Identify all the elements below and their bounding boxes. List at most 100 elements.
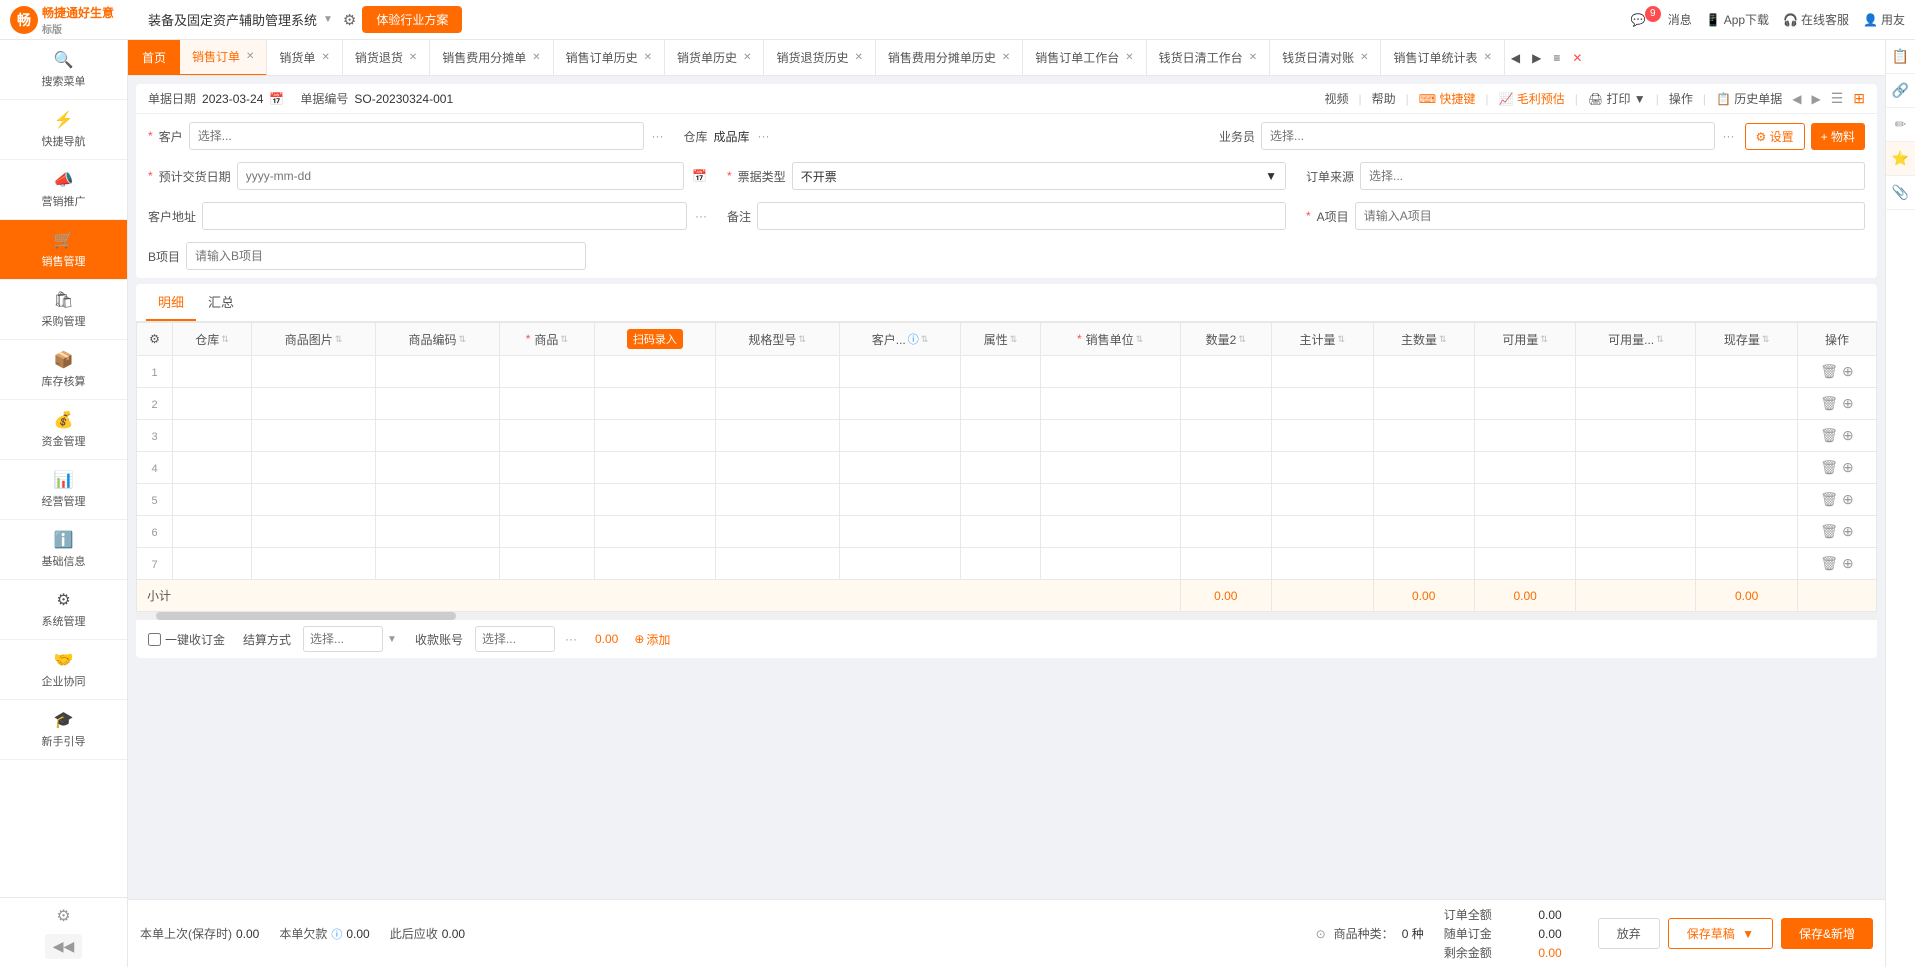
scan-btn[interactable]: 扫码录入 <box>627 329 683 349</box>
table-tab-summary[interactable]: 汇总 <box>196 284 246 321</box>
operation-btn[interactable]: 操作 <box>1669 90 1693 107</box>
order-source-input[interactable] <box>1360 162 1865 190</box>
row2-available2[interactable] <box>1576 388 1696 420</box>
sidebar-item-system[interactable]: ⚙ 系统管理 <box>0 580 127 640</box>
one-click-checkbox[interactable]: 一键收订金 <box>148 631 225 648</box>
row2-available[interactable] <box>1474 388 1575 420</box>
row3-warehouse[interactable] <box>173 420 252 452</box>
row1-stock[interactable] <box>1696 356 1797 388</box>
right-panel-link-icon[interactable]: 🔗 <box>1886 74 1915 108</box>
row2-spec[interactable] <box>715 388 839 420</box>
tab-sales-order[interactable]: 销售订单 ✕ <box>180 40 267 76</box>
salesman-more-btn[interactable]: ··· <box>1723 129 1735 143</box>
row1-goods[interactable] <box>499 356 594 388</box>
sidebar-item-marketing[interactable]: 📣 营销推广 <box>0 160 127 220</box>
row6-copy-icon[interactable]: ⊕ <box>1842 523 1854 540</box>
payment-method-select[interactable]: ▼ <box>303 626 397 652</box>
row2-qty2[interactable] <box>1180 388 1272 420</box>
th-settings[interactable]: ⚙ <box>137 323 173 356</box>
row2-scan[interactable] <box>594 388 715 420</box>
row3-copy-icon[interactable]: ⊕ <box>1842 427 1854 444</box>
tab-return-history[interactable]: 销货退货历史 ✕ <box>764 40 875 76</box>
tab-expense-history[interactable]: 销售费用分摊单历史 ✕ <box>876 40 1023 76</box>
tab-cash-workbench[interactable]: 钱货日清工作台 ✕ <box>1147 40 1270 76</box>
account-select[interactable] <box>475 626 555 652</box>
sidebar-item-base[interactable]: ℹ️ 基础信息 <box>0 520 127 580</box>
sys-arrow[interactable]: ▼ <box>323 14 333 25</box>
gear-icon[interactable]: ⚙ <box>343 11 356 29</box>
b-project-input[interactable] <box>186 242 586 270</box>
tab-invoice-history[interactable]: 销货单历史 ✕ <box>665 40 764 76</box>
list-view-btn[interactable]: ☰ <box>1831 90 1844 107</box>
tab-close-invoice-history[interactable]: ✕ <box>743 52 751 63</box>
user-btn[interactable]: 👤 用友 <box>1863 11 1905 28</box>
tab-close-sales-expense[interactable]: ✕ <box>532 52 540 63</box>
row2-code[interactable] <box>375 388 499 420</box>
row2-delete-icon[interactable]: 🗑 <box>1820 395 1838 412</box>
tab-close-sales-return[interactable]: ✕ <box>409 52 417 63</box>
row1-delete-icon[interactable]: 🗑 <box>1820 363 1838 380</box>
app-download-btn[interactable]: 📱 App下载 <box>1706 11 1769 28</box>
sidebar-collapse-btn[interactable]: ◀◀ <box>45 934 83 959</box>
scroll-thumb[interactable] <box>156 612 456 620</box>
note-input[interactable] <box>757 202 1286 230</box>
row1-customer-code[interactable] <box>839 356 961 388</box>
history-btn[interactable]: 📋 历史单据 <box>1716 90 1782 107</box>
tab-close-order-workbench[interactable]: ✕ <box>1125 52 1133 63</box>
discard-btn[interactable]: 放弃 <box>1598 918 1660 949</box>
sidebar-item-finance[interactable]: 💰 资金管理 <box>0 400 127 460</box>
settings-inline-btn[interactable]: ⚙ 设置 <box>1745 123 1805 150</box>
row5-delete-icon[interactable]: 🗑 <box>1820 491 1838 508</box>
tab-close-cash-workbench[interactable]: ✕ <box>1249 52 1257 63</box>
row1-main-unit[interactable] <box>1272 356 1373 388</box>
prev-record-btn[interactable]: ◀ <box>1792 92 1801 106</box>
tab-prev-btn[interactable]: ◀ <box>1505 40 1526 76</box>
calendar-icon[interactable]: 📅 <box>269 92 284 106</box>
tab-close-expense-history[interactable]: ✕ <box>1002 52 1010 63</box>
row5-copy-icon[interactable]: ⊕ <box>1842 491 1854 508</box>
row6-delete-icon[interactable]: 🗑 <box>1820 523 1838 540</box>
row1-main-qty[interactable] <box>1373 356 1474 388</box>
salesman-input[interactable] <box>1261 122 1715 150</box>
tab-close-sales-invoice[interactable]: ✕ <box>321 52 329 63</box>
shortcut-btn[interactable]: ⌨ 快捷键 <box>1419 90 1476 107</box>
sidebar-item-collab[interactable]: 🤝 企业协同 <box>0 640 127 700</box>
account-input[interactable] <box>475 626 555 652</box>
tab-close-order-history[interactable]: ✕ <box>644 52 652 63</box>
payment-method-arrow[interactable]: ▼ <box>387 634 397 645</box>
chevron-down-icon-draft[interactable]: ▼ <box>1742 927 1754 941</box>
single-date-value[interactable]: 2023-03-24 <box>202 92 263 106</box>
row2-attr[interactable] <box>961 388 1040 420</box>
tab-close-sales-order[interactable]: ✕ <box>246 51 254 62</box>
row1-available2[interactable] <box>1576 356 1696 388</box>
tab-close-return-history[interactable]: ✕ <box>854 52 862 63</box>
message-btn[interactable]: 💬 9 消息 <box>1631 11 1692 28</box>
profit-btn[interactable]: 📈 毛利预估 <box>1499 90 1565 107</box>
row2-copy-icon[interactable]: ⊕ <box>1842 395 1854 412</box>
customer-address-input[interactable] <box>202 202 687 230</box>
tab-next-btn[interactable]: ▶ <box>1526 40 1547 76</box>
next-record-btn[interactable]: ▶ <box>1811 92 1820 106</box>
table-tab-detail[interactable]: 明细 <box>146 284 196 321</box>
row2-main-unit[interactable] <box>1272 388 1373 420</box>
tab-order-stats[interactable]: 销售订单统计表 ✕ <box>1381 40 1504 76</box>
account-more-btn[interactable]: ··· <box>565 632 577 646</box>
row2-customer-code[interactable] <box>839 388 961 420</box>
row3-delete-icon[interactable]: 🗑 <box>1820 427 1838 444</box>
single-num-value[interactable]: SO-20230324-001 <box>354 92 453 106</box>
row1-image[interactable] <box>252 356 376 388</box>
row7-copy-icon[interactable]: ⊕ <box>1842 555 1854 572</box>
row2-stock[interactable] <box>1696 388 1797 420</box>
right-panel-edit-icon[interactable]: ✏ <box>1886 108 1915 142</box>
table-scrollbar[interactable] <box>136 612 1877 620</box>
tab-close-order-stats[interactable]: ✕ <box>1484 52 1492 63</box>
tab-close-cash-reconcile[interactable]: ✕ <box>1360 52 1368 63</box>
sidebar-item-sales[interactable]: 🛒 销售管理 <box>0 220 127 280</box>
row1-qty2[interactable] <box>1180 356 1272 388</box>
row4-delete-icon[interactable]: 🗑 <box>1820 459 1838 476</box>
tab-home[interactable]: 首页 <box>128 40 180 76</box>
a-project-input[interactable] <box>1355 202 1865 230</box>
sidebar-item-inventory[interactable]: 📦 库存核算 <box>0 340 127 400</box>
tab-close-all-btn[interactable]: ✕ <box>1566 40 1588 76</box>
row1-spec[interactable] <box>715 356 839 388</box>
